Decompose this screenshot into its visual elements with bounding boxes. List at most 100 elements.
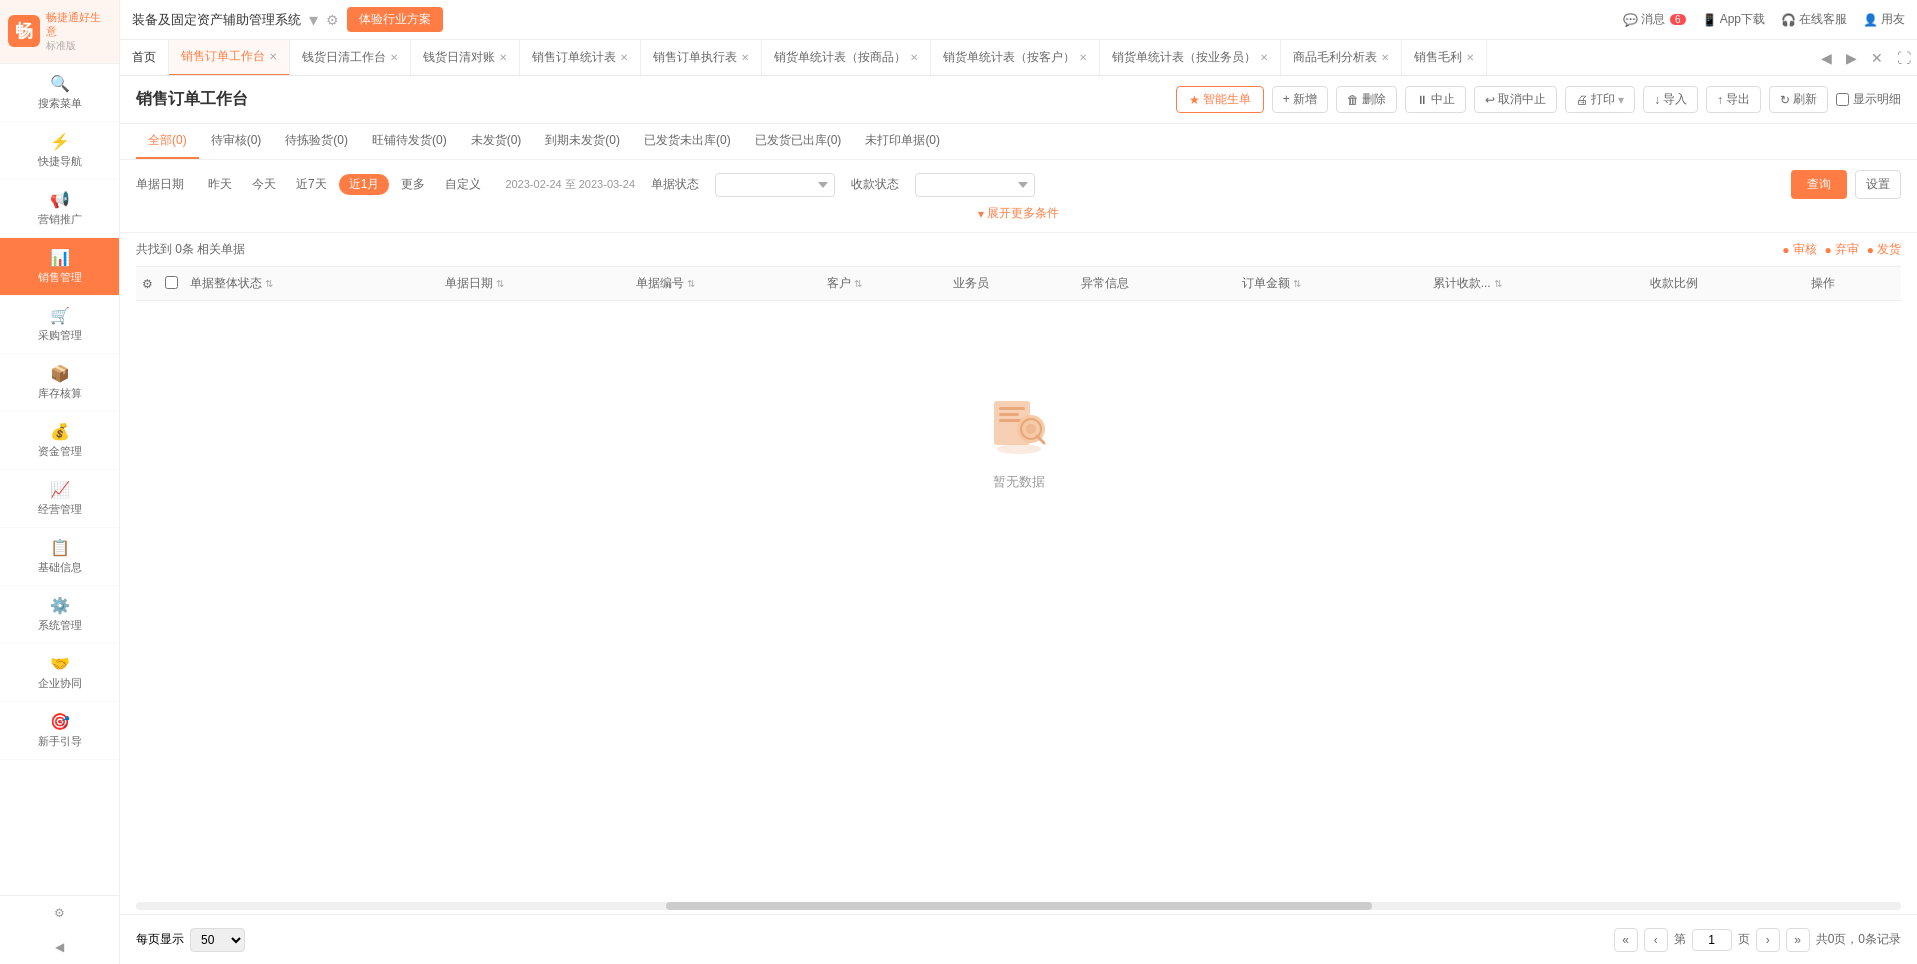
tab-7[interactable]: 销货单统计表（按客户）✕ — [931, 40, 1100, 76]
show-detail-label[interactable]: 显示明细 — [1836, 91, 1901, 108]
tab-5[interactable]: 销售订单执行表✕ — [641, 40, 762, 76]
tab-0[interactable]: 首页 — [120, 40, 169, 76]
horizontal-scrollbar[interactable] — [136, 902, 1901, 910]
tab-prev-btn[interactable]: ◀ — [1815, 50, 1838, 66]
sidebar-collapse-btn[interactable]: ◀ — [0, 930, 119, 964]
nav-icon-10: 🤝 — [50, 654, 70, 673]
sidebar-item-快捷导航[interactable]: ⚡快捷导航 — [0, 122, 119, 180]
sidebar-item-企业协同[interactable]: 🤝企业协同 — [0, 644, 119, 702]
nav-icon-11: 🎯 — [50, 712, 70, 731]
sub-tab-4[interactable]: 未发货(0) — [459, 124, 534, 159]
revoke-action-btn[interactable]: ● 弃审 — [1825, 241, 1859, 258]
select-all-checkbox[interactable] — [165, 276, 178, 289]
online-service-btn[interactable]: 🎧 在线客服 — [1781, 11, 1847, 28]
page-input[interactable] — [1692, 929, 1732, 951]
sidebar-item-搜索菜单[interactable]: 🔍搜索菜单 — [0, 64, 119, 122]
page-first-btn[interactable]: « — [1614, 928, 1638, 952]
date-opt-4[interactable]: 更多 — [393, 174, 433, 195]
sidebar-item-经营管理[interactable]: 📈经营管理 — [0, 470, 119, 528]
date-opt-0[interactable]: 昨天 — [200, 174, 240, 195]
show-detail-checkbox[interactable] — [1836, 93, 1849, 106]
import-btn[interactable]: ↓ 导入 — [1643, 86, 1698, 113]
date-opt-5[interactable]: 自定义 — [437, 174, 489, 195]
tab-6[interactable]: 销货单统计表（按商品）✕ — [762, 40, 931, 76]
page-last-btn[interactable]: » — [1786, 928, 1810, 952]
user-btn[interactable]: 👤 用友 — [1863, 11, 1905, 28]
page-size-select[interactable]: 102050100 — [190, 928, 245, 952]
expand-btn[interactable]: ▾ 展开更多条件 — [978, 205, 1059, 222]
sidebar-item-系统管理[interactable]: ⚙️系统管理 — [0, 586, 119, 644]
tab-close-3[interactable]: ✕ — [499, 52, 507, 63]
tab-close-6[interactable]: ✕ — [910, 52, 918, 63]
delete-btn[interactable]: 🗑 删除 — [1336, 86, 1397, 113]
print-btn[interactable]: 🖨 打印 ▾ — [1565, 86, 1635, 113]
tab-2[interactable]: 钱货日清工作台✕ — [290, 40, 411, 76]
sub-tab-6[interactable]: 已发货未出库(0) — [632, 124, 743, 159]
tab-close-all-btn[interactable]: ✕ — [1865, 50, 1889, 66]
sub-tab-label-8: 未打印单据(0) — [865, 133, 940, 147]
date-opt-3[interactable]: 近1月 — [339, 174, 390, 195]
filter-row-1: 单据日期 昨天今天近7天近1月更多自定义 2023-02-24 至 2023-0… — [136, 170, 1901, 199]
sub-tab-3[interactable]: 旺铺待发货(0) — [360, 124, 459, 159]
filter-setting-btn[interactable]: 设置 — [1855, 170, 1901, 199]
smart-gen-btn[interactable]: ★ 智能生单 — [1176, 86, 1264, 113]
date-opt-1[interactable]: 今天 — [244, 174, 284, 195]
tab-fullscreen-btn[interactable]: ⛶ — [1891, 50, 1917, 66]
tab-close-2[interactable]: ✕ — [390, 52, 398, 63]
refresh-btn[interactable]: ↻ 刷新 — [1769, 86, 1828, 113]
sidebar-item-资金管理[interactable]: 💰资金管理 — [0, 412, 119, 470]
tab-1[interactable]: 销售订单工作台✕ — [169, 40, 290, 76]
sub-tab-0[interactable]: 全部(0) — [136, 124, 199, 159]
nav-label-7: 经营管理 — [38, 502, 82, 517]
sub-tab-8[interactable]: 未打印单据(0) — [853, 124, 952, 159]
tab-4[interactable]: 销售订单统计表✕ — [520, 40, 641, 76]
tab-10[interactable]: 销售毛利✕ — [1402, 40, 1487, 76]
message-btn[interactable]: 💬 消息 6 — [1623, 11, 1686, 28]
audit-action-btn[interactable]: ● 审核 — [1782, 241, 1816, 258]
tab-next-btn[interactable]: ▶ — [1840, 50, 1863, 66]
sub-tab-7[interactable]: 已发货已出库(0) — [743, 124, 854, 159]
tab-close-10[interactable]: ✕ — [1466, 52, 1474, 63]
sidebar-item-新手引导[interactable]: 🎯新手引导 — [0, 702, 119, 760]
total-info: 共0页，0条记录 — [1816, 931, 1901, 948]
add-btn[interactable]: + 新增 — [1272, 86, 1328, 113]
sub-tab-1[interactable]: 待审核(0) — [199, 124, 274, 159]
sidebar-item-采购管理[interactable]: 🛒采购管理 — [0, 296, 119, 354]
status-select[interactable] — [715, 173, 835, 197]
user-icon: 👤 — [1863, 13, 1878, 27]
tab-close-1[interactable]: ✕ — [269, 51, 277, 62]
sidebar-item-基础信息[interactable]: 📋基础信息 — [0, 528, 119, 586]
tab-close-7[interactable]: ✕ — [1079, 52, 1087, 63]
export-btn[interactable]: ↑ 导出 — [1706, 86, 1761, 113]
col-salesperson: 业务员 — [947, 267, 1075, 301]
nav-icon-4: 🛒 — [50, 306, 70, 325]
page-prev-btn[interactable]: ‹ — [1644, 928, 1668, 952]
sidebar-settings-btn[interactable]: ⚙ — [0, 896, 119, 930]
app-download-btn[interactable]: 📱 App下载 — [1702, 11, 1765, 28]
industry-btn[interactable]: 体验行业方案 — [347, 7, 443, 32]
nav-icon-2: 📢 — [50, 190, 70, 209]
page-next-btn[interactable]: › — [1756, 928, 1780, 952]
cancel-stop-btn[interactable]: ↩ 取消中止 — [1474, 86, 1557, 113]
tab-9[interactable]: 商品毛利分析表✕ — [1281, 40, 1402, 76]
stop-btn[interactable]: ⏸ 中止 — [1405, 86, 1466, 113]
system-settings-btn[interactable]: ⚙ — [326, 12, 339, 28]
tab-3[interactable]: 钱货日清对账✕ — [411, 40, 520, 76]
sub-tab-5[interactable]: 到期未发货(0) — [533, 124, 632, 159]
date-opt-2[interactable]: 近7天 — [288, 174, 335, 195]
system-dropdown-btn[interactable]: ▾ — [309, 9, 318, 31]
tab-close-4[interactable]: ✕ — [620, 52, 628, 63]
nav-label-0: 搜索菜单 — [38, 96, 82, 111]
ship-action-btn[interactable]: ● 发货 — [1867, 241, 1901, 258]
sidebar-item-库存核算[interactable]: 📦库存核算 — [0, 354, 119, 412]
payment-filter-label: 收款状态 — [851, 176, 899, 193]
payment-select[interactable] — [915, 173, 1035, 197]
sidebar-item-营销推广[interactable]: 📢营销推广 — [0, 180, 119, 238]
tab-close-9[interactable]: ✕ — [1381, 52, 1389, 63]
tab-8[interactable]: 销货单统计表（按业务员）✕ — [1100, 40, 1281, 76]
sidebar-item-销售管理[interactable]: 📊销售管理 — [0, 238, 119, 296]
tab-close-8[interactable]: ✕ — [1260, 52, 1268, 63]
tab-close-5[interactable]: ✕ — [741, 52, 749, 63]
query-btn[interactable]: 查询 — [1791, 170, 1847, 199]
sub-tab-2[interactable]: 待拣验货(0) — [273, 124, 360, 159]
